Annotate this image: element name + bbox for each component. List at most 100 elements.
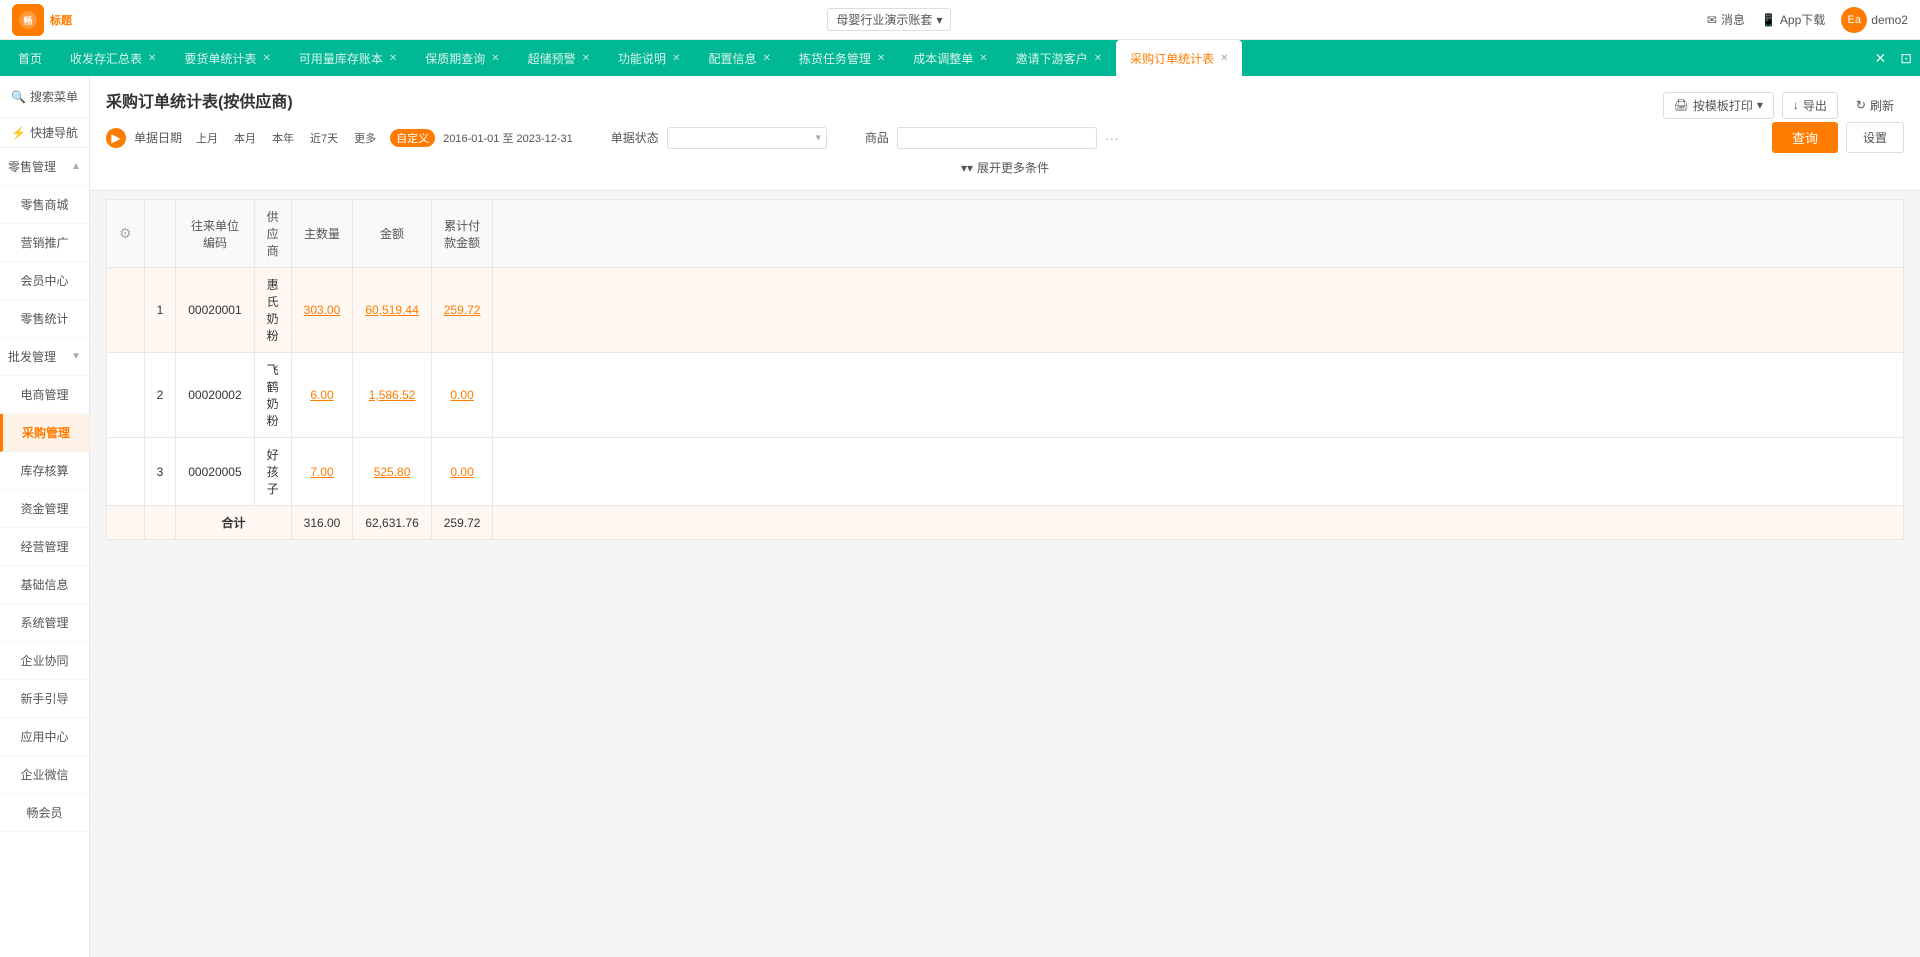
sidebar-item-ops-mgmt[interactable]: 经营管理 [0,528,89,566]
col-main-qty: 主数量 [291,200,353,268]
amount-link[interactable]: 525.80 [374,465,411,479]
close-tab-btn[interactable]: ✕ [1871,50,1891,67]
sidebar-item-marketing[interactable]: 营销推广 [0,224,89,262]
filter-toggle-btn[interactable]: ▶ [106,128,126,148]
refresh-btn[interactable]: ↻ 刷新 [1846,93,1904,118]
paid-amount-link[interactable]: 0.00 [450,465,473,479]
cell-settings [107,268,145,353]
tab-close-icon[interactable]: ✕ [1094,53,1102,64]
logo-icon: 畅 [12,4,44,36]
cell-paid-amount: 0.00 [431,353,493,438]
user-area[interactable]: Ea demo2 [1841,7,1908,33]
refresh-icon: ↻ [1856,98,1866,112]
cell-main-qty: 6.00 [291,353,353,438]
tab-close-icon[interactable]: ✕ [491,53,499,64]
more-filter-dots[interactable]: ··· [1105,130,1119,146]
sidebar-item-ecommerce-mgmt[interactable]: 电商管理 [0,376,89,414]
tab-expiry-query[interactable]: 保质期查询 ✕ [411,40,513,76]
sidebar-item-system-mgmt[interactable]: 系统管理 [0,604,89,642]
table-header-row: ⚙ 往来单位编码 供应商 主数量 金额 累计付款金额 [107,200,1904,268]
sidebar-item-inventory-check[interactable]: 库存核算 [0,452,89,490]
tab-close-icon[interactable]: ✕ [148,53,156,64]
tab-goods-stats[interactable]: 要货单统计表 ✕ [170,40,284,76]
tab-purchase-stats[interactable]: 采购订单统计表 ✕ [1116,40,1242,76]
total-paid-amount: 259.72 [431,506,493,540]
tab-stocking-task[interactable]: 拣货任务管理 ✕ [785,40,899,76]
sidebar-item-label: 企业协同 [20,652,68,669]
workspace-selector[interactable]: 母婴行业演示账套 ▾ [827,8,951,31]
paid-amount-link[interactable]: 0.00 [450,388,473,402]
tab-close-icon[interactable]: ✕ [582,53,590,64]
sidebar-item-enterprise-wechat[interactable]: 企业微信 [0,756,89,794]
sidebar-item-app-center[interactable]: 应用中心 [0,718,89,756]
tab-available-stock[interactable]: 可用量库存账本 ✕ [285,40,411,76]
tab-function-desc[interactable]: 功能说明 ✕ [604,40,694,76]
date-quick-btns: 上月 本月 本年 近7天 更多 [190,128,382,148]
cell-main-qty: 303.00 [291,268,353,353]
print-arrow-icon: ▾ [1757,98,1763,112]
amount-link[interactable]: 60,519.44 [365,303,418,317]
maximize-btn[interactable]: ⊡ [1896,50,1916,67]
filter-row-1: ▶ 单据日期 上月 本月 本年 近7天 更多 自定义 2016-01-01 至 … [106,122,1904,153]
expand-more-btn[interactable]: ▾▾ 展开更多条件 [961,159,1049,176]
tab-receive-send[interactable]: 收发存汇总表 ✕ [56,40,170,76]
workspace-label: 母婴行业演示账套 [836,11,932,28]
tab-cost-adjust[interactable]: 成本调整单 ✕ [899,40,1001,76]
tab-close-icon[interactable]: ✕ [1220,53,1228,64]
expand-more-label: 展开更多条件 [977,159,1049,176]
sidebar-item-capital-mgmt[interactable]: 资金管理 [0,490,89,528]
amount-link[interactable]: 1,586.52 [369,388,416,402]
date-more-btn[interactable]: 更多 [348,128,382,148]
tab-close-icon[interactable]: ✕ [877,53,885,64]
export-btn[interactable]: ↓ 导出 [1782,92,1838,119]
sidebar-item-basic-info[interactable]: 基础信息 [0,566,89,604]
sidebar-item-retail-stats[interactable]: 零售统计 [0,300,89,338]
sidebar-item-label: 批发管理 [8,348,56,365]
refresh-label: 刷新 [1870,97,1894,114]
total-main-qty: 316.00 [291,506,353,540]
tab-close-icon[interactable]: ✕ [262,53,270,64]
tab-close-icon[interactable]: ✕ [672,53,680,64]
date-cur-year-btn[interactable]: 本年 [266,128,300,148]
tab-config-info[interactable]: 配置信息 ✕ [694,40,784,76]
status-select[interactable] [667,127,827,149]
message-btn[interactable]: ✉ 消息 [1707,11,1745,28]
nav-controls: ✕ ⊡ [1871,50,1916,67]
main-qty-link[interactable]: 7.00 [310,465,333,479]
date-custom-badge[interactable]: 自定义 [390,129,435,147]
date-cur-month-btn[interactable]: 本月 [228,128,262,148]
sidebar-item-newbie-guide[interactable]: 新手引导 [0,680,89,718]
table-settings-icon[interactable]: ⚙ [119,225,132,241]
goods-filter-input[interactable] [897,127,1097,149]
table-footer: 合计 316.00 62,631.76 259.72 [107,506,1904,540]
date-prev-month-btn[interactable]: 上月 [190,128,224,148]
total-label-cell: 合计 [176,506,291,540]
main-qty-link[interactable]: 303.00 [304,303,341,317]
tab-label: 超储预警 [528,50,576,67]
printer-icon: 🖨 [1674,98,1689,112]
print-btn[interactable]: 🖨 按模板打印 ▾ [1663,92,1774,119]
sidebar-item-member-card[interactable]: 畅会员 [0,794,89,832]
tab-close-icon[interactable]: ✕ [979,53,987,64]
tab-overstock-warning[interactable]: 超储预警 ✕ [514,40,604,76]
date-7days-btn[interactable]: 近7天 [304,128,344,148]
app-download-btn[interactable]: 📱 App下载 [1761,11,1825,28]
search-menu-btn[interactable]: 🔍 搜索菜单 [6,84,83,109]
tab-close-icon[interactable]: ✕ [389,53,397,64]
sidebar-item-enterprise-collab[interactable]: 企业协同 [0,642,89,680]
query-btn[interactable]: 查询 [1772,122,1838,153]
sidebar-item-member-center[interactable]: 会员中心 [0,262,89,300]
sidebar-item-retail-mgmt[interactable]: 零售管理 ▲ [0,148,89,186]
sidebar-item-retail-shop[interactable]: 零售商城 [0,186,89,224]
tab-close-icon[interactable]: ✕ [762,53,770,64]
tab-home[interactable]: 首页 [4,40,56,76]
tab-invite-downstream[interactable]: 邀请下游客户 ✕ [1002,40,1116,76]
cell-row-num: 1 [144,268,176,353]
main-qty-link[interactable]: 6.00 [310,388,333,402]
sidebar-item-wholesale-mgmt[interactable]: 批发管理 ▼ [0,338,89,376]
print-label: 按模板打印 [1693,97,1753,114]
sidebar-item-purchase-mgmt[interactable]: 采购管理 [0,414,89,452]
paid-amount-link[interactable]: 259.72 [444,303,481,317]
settings-btn[interactable]: 设置 [1846,122,1904,153]
quick-nav-btn[interactable]: ⚡ 快捷导航 [0,118,89,148]
